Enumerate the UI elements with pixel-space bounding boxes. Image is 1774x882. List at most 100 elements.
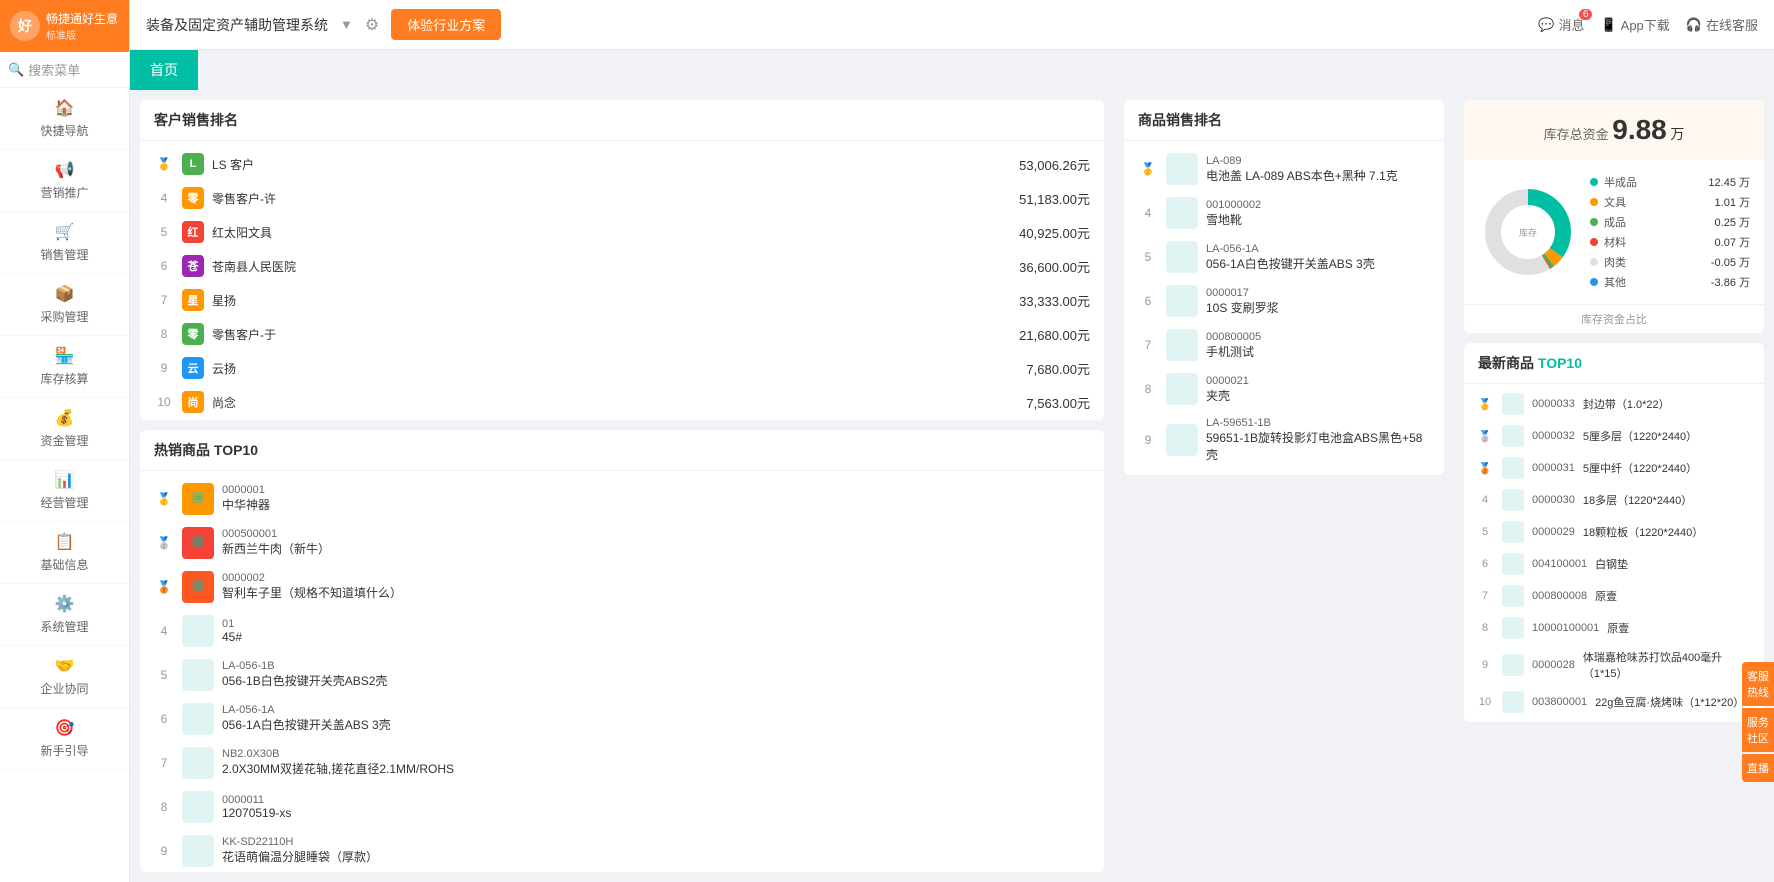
sale-product-name: 056-1A白色按键开关盖ABS 3壳 (1206, 255, 1430, 272)
donut-section: 库存 半成品 12.45 万 文具 1.01 万 成品 0.25 万 材料 0.… (1464, 160, 1764, 304)
latest-product-image (1502, 489, 1524, 511)
sidebar-item-企业协同[interactable]: 🤝企业协同 (0, 646, 129, 708)
legend-value: 12.45 万 (1708, 174, 1750, 190)
product-info: NB2.0X30B 2.0X30MM双搓花轴,搓花直径2.1MM/ROHS (222, 748, 1090, 777)
float-button[interactable]: 直播 (1742, 754, 1774, 782)
sidebar-item-新手引导[interactable]: 🎯新手引导 (0, 708, 129, 770)
donut-chart-svg: 库存 (1478, 182, 1578, 282)
latest-rank: 9 (1476, 659, 1494, 671)
latest-product-name: 18颗粒板（1220*2440） (1583, 524, 1752, 540)
nav-label: 系统管理 (40, 618, 88, 635)
dropdown-icon[interactable]: ▼ (340, 17, 353, 32)
product-image: 🖼 (182, 527, 214, 559)
product-info: 01 45# (222, 618, 1090, 644)
rank-number: 5 (154, 225, 174, 239)
sidebar-item-经营管理[interactable]: 📊经营管理 (0, 460, 129, 522)
sidebar-item-快捷导航[interactable]: 🏠快捷导航 (0, 88, 129, 150)
latest-product-image (1502, 393, 1524, 415)
rank-number: 🥇 (154, 157, 174, 171)
trial-button[interactable]: 体验行业方案 (391, 9, 501, 40)
sidebar: 好 畅捷通好生意 标准版 🔍 搜索菜单 🏠快捷导航📢营销推广🛒销售管理📦采购管理… (0, 0, 130, 882)
latest-product-item: 9 0000028 体瑞嘉枪味苏打饮品400毫升（1*15） (1464, 644, 1764, 686)
system-name: 装备及固定资产辅助管理系统 (146, 15, 328, 35)
app-download-item[interactable]: 📱 App下载 (1600, 15, 1669, 34)
product-rank: 7 (154, 756, 174, 770)
sidebar-item-库存核算[interactable]: 🏪库存核算 (0, 336, 129, 398)
rank-badge: 星 (182, 289, 204, 311)
rank-number: 7 (154, 293, 174, 307)
float-button[interactable]: 服务社区 (1742, 708, 1774, 752)
sale-rank-item: 5 LA-056-1A 056-1A白色按键开关盖ABS 3壳 (1124, 235, 1444, 279)
rank-amount: 21,680.00元 (1019, 325, 1090, 344)
tab-home[interactable]: 首页 (130, 50, 198, 90)
hot-products-header: 热销商品 TOP10 (140, 430, 1104, 471)
nav-label: 营销推广 (40, 184, 88, 201)
sale-product-info: LA-056-1A 056-1A白色按键开关盖ABS 3壳 (1206, 243, 1430, 272)
latest-product-code: 004100001 (1532, 558, 1587, 570)
search-icon: 🔍 (8, 62, 24, 78)
topbar: 装备及固定资产辅助管理系统 ▼ ⚙ 体验行业方案 💬 消息 6 📱 App下载 … (130, 0, 1774, 50)
product-image (182, 835, 214, 867)
rank-item: 6 苍 苍南县人民医院 36,600.00元 (140, 249, 1104, 283)
rank-name: 红太阳文具 (212, 224, 1011, 241)
sidebar-search[interactable]: 🔍 搜索菜单 (0, 52, 129, 88)
product-info: LA-056-1A 056-1A白色按键开关盖ABS 3壳 (222, 704, 1090, 733)
product-image (182, 747, 214, 779)
hot-product-item: 🥇 🖼 0000001 中华神器 (140, 477, 1104, 521)
sale-rank-item: 9 LA-59651-1B 59651-1B旋转投影灯电池盒ABS黑色+58壳 (1124, 411, 1444, 469)
latest-products-card: 最新商品 TOP10 🥇 0000033 封边带（1.0*22） 🥈 00000… (1464, 343, 1764, 722)
rank-number: 8 (154, 327, 174, 341)
latest-product-name: 18多层（1220*2440） (1583, 492, 1752, 508)
latest-product-item: 6 004100001 白钢垫 (1464, 548, 1764, 580)
hot-products-card: 热销商品 TOP10 🥇 🖼 0000001 中华神器 🥈 🖼 00050000… (140, 430, 1104, 872)
product-rank: 5 (154, 668, 174, 682)
rank-amount: 7,680.00元 (1026, 359, 1090, 378)
product-info: 000500001 新西兰牛肉（新牛） (222, 528, 1090, 557)
float-button[interactable]: 客服热线 (1742, 662, 1774, 706)
latest-rank: 4 (1476, 494, 1494, 506)
sidebar-item-营销推广[interactable]: 📢营销推广 (0, 150, 129, 212)
rank-amount: 7,563.00元 (1026, 393, 1090, 412)
legend-dot (1590, 218, 1598, 226)
hot-product-item: 6 LA-056-1A 056-1A白色按键开关盖ABS 3壳 (140, 697, 1104, 741)
right-panel: 库存总资金 9.88 万 库存 半 (1454, 90, 1774, 882)
sidebar-item-采购管理[interactable]: 📦采购管理 (0, 274, 129, 336)
latest-product-item: 5 0000029 18颗粒板（1220*2440） (1464, 516, 1764, 548)
rank-number: 6 (154, 259, 174, 273)
nav-icon: 🛒 (55, 222, 75, 242)
sidebar-item-资金管理[interactable]: 💰资金管理 (0, 398, 129, 460)
sidebar-item-系统管理[interactable]: ⚙️系统管理 (0, 584, 129, 646)
latest-product-item: 10 003800001 22g鱼豆腐·烧烤味（1*12*20） (1464, 686, 1764, 718)
rank-badge: L (182, 153, 204, 175)
hot-product-item: 8 0000011 12070519-xs (140, 785, 1104, 829)
nav-label: 资金管理 (40, 432, 88, 449)
latest-product-name: 5厘多层（1220*2440） (1583, 428, 1752, 444)
content-area: 客户销售排名 🥇 L LS 客户 53,006.26元 4 零 零售客户-许 5… (130, 90, 1774, 882)
sidebar-item-销售管理[interactable]: 🛒销售管理 (0, 212, 129, 274)
latest-product-name: 原壹 (1595, 588, 1752, 604)
latest-product-name: 封边带（1.0*22） (1583, 396, 1752, 412)
product-image (182, 615, 214, 647)
product-code: LA-056-1B (222, 660, 1090, 672)
hot-product-item: 9 KK-SD22110H 花语萌偏温分腿睡袋（厚款） (140, 829, 1104, 872)
legend-item: 成品 0.25 万 (1590, 214, 1750, 230)
product-code: 0000001 (222, 484, 1090, 496)
sale-product-name: 夹壳 (1206, 387, 1430, 404)
legend-value: 0.25 万 (1715, 214, 1750, 230)
product-code: 0000002 (222, 572, 1090, 584)
nav-icon: 📊 (55, 470, 75, 490)
settings-icon[interactable]: ⚙ (365, 15, 379, 35)
latest-product-code: 003800001 (1532, 696, 1587, 708)
app-label: App下载 (1621, 15, 1670, 34)
product-rank: 4 (154, 624, 174, 638)
latest-product-item: 7 000800008 原壹 (1464, 580, 1764, 612)
message-badge-item[interactable]: 💬 消息 6 (1538, 15, 1584, 34)
online-service-item[interactable]: 🎧 在线客服 (1686, 15, 1758, 34)
sidebar-item-基础信息[interactable]: 📋基础信息 (0, 522, 129, 584)
sale-product-image (1166, 197, 1198, 229)
legend-item: 文具 1.01 万 (1590, 194, 1750, 210)
sale-rank-number: 🥇 (1138, 162, 1158, 176)
rank-badge: 尚 (182, 391, 204, 413)
customer-ranking-card: 客户销售排名 🥇 L LS 客户 53,006.26元 4 零 零售客户-许 5… (140, 100, 1104, 420)
legend-value: -0.05 万 (1711, 254, 1750, 270)
